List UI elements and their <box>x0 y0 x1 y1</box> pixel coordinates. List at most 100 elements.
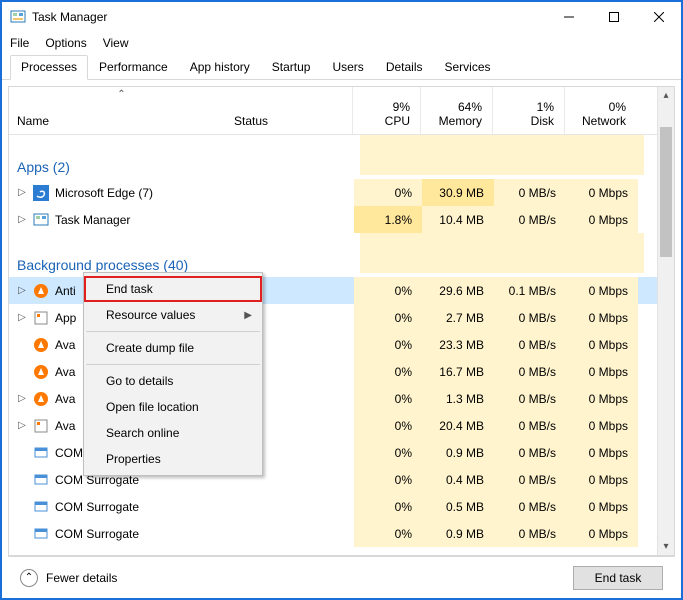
metric-cell: 0 MB/s <box>494 412 566 439</box>
metric-cell: 0 MB/s <box>494 385 566 412</box>
expand-icon[interactable]: ▷ <box>15 214 29 225</box>
process-icon <box>33 283 49 299</box>
metric-cell: 0 Mbps <box>566 520 638 547</box>
submenu-arrow-icon: ▶ <box>244 310 252 321</box>
process-name: COM Surrogate <box>53 500 236 514</box>
context-separator <box>86 364 260 365</box>
header-network[interactable]: 0% Network <box>564 87 636 134</box>
tabbar: Processes Performance App history Startu… <box>2 54 681 80</box>
metric-cell: 10.4 MB <box>422 206 494 233</box>
context-item[interactable]: Resource values▶ <box>84 302 262 328</box>
context-item[interactable]: Properties <box>84 446 262 472</box>
metric-cell: 0 Mbps <box>566 304 638 331</box>
context-item[interactable]: Search online <box>84 420 262 446</box>
tab-performance[interactable]: Performance <box>88 55 179 80</box>
metric-cell: 0.9 MB <box>422 520 494 547</box>
metric-cell: 0% <box>354 520 422 547</box>
metric-cell: 0 MB/s <box>494 304 566 331</box>
metric-cell: 30.9 MB <box>422 179 494 206</box>
tab-app-history[interactable]: App history <box>179 55 261 80</box>
metric-cell: 1.3 MB <box>422 385 494 412</box>
expand-icon[interactable]: ▷ <box>15 420 29 431</box>
scroll-thumb[interactable] <box>660 127 672 257</box>
metric-cell: 0 MB/s <box>494 439 566 466</box>
process-row[interactable]: COM Surrogate0%0.5 MB0 MB/s0 Mbps <box>9 493 657 520</box>
expand-icon[interactable]: ▷ <box>15 285 29 296</box>
header-name-label: Name <box>17 114 49 128</box>
metric-cell: 0 Mbps <box>566 179 638 206</box>
context-item[interactable]: Go to details <box>84 368 262 394</box>
metric-cell: 29.6 MB <box>422 277 494 304</box>
menu-view[interactable]: View <box>103 36 129 50</box>
metric-cell: 0% <box>354 493 422 520</box>
metric-cell: 0 MB/s <box>494 520 566 547</box>
scroll-down-button[interactable]: ▾ <box>658 538 674 555</box>
header-disk[interactable]: 1% Disk <box>492 87 564 134</box>
minimize-button[interactable] <box>546 2 591 32</box>
section-title: Background processes (40) <box>17 257 360 273</box>
metric-cell: 0 Mbps <box>566 331 638 358</box>
metric-cell: 0.5 MB <box>422 493 494 520</box>
header-network-label: Network <box>582 114 626 128</box>
metric-cell: 0.1 MB/s <box>494 277 566 304</box>
metric-cell: 0 MB/s <box>494 358 566 385</box>
end-task-button[interactable]: End task <box>573 566 663 590</box>
metric-cell: 0% <box>354 412 422 439</box>
sort-caret-icon: ⌃ <box>117 89 125 100</box>
process-icon <box>33 418 49 434</box>
process-row[interactable]: ▷Microsoft Edge (7)0%30.9 MB0 MB/s0 Mbps <box>9 179 657 206</box>
context-item[interactable]: End task <box>84 276 262 302</box>
tab-users[interactable]: Users <box>321 55 374 80</box>
fewer-details-toggle[interactable]: ⌃ Fewer details <box>20 569 117 587</box>
process-icon <box>33 185 49 201</box>
metric-cell: 20.4 MB <box>422 412 494 439</box>
scroll-up-button[interactable]: ▴ <box>658 87 674 104</box>
process-icon <box>33 499 49 515</box>
chevron-up-icon: ⌃ <box>20 569 38 587</box>
app-icon <box>10 9 26 25</box>
header-name[interactable]: ⌃ Name <box>9 87 234 134</box>
header-cpu[interactable]: 9% CPU <box>352 87 420 134</box>
metric-cell: 0% <box>354 358 422 385</box>
metric-cell: 0 MB/s <box>494 493 566 520</box>
process-name: Task Manager <box>53 213 236 227</box>
context-item[interactable]: Create dump file <box>84 335 262 361</box>
menu-file[interactable]: File <box>10 36 29 50</box>
section-title: Apps (2) <box>17 159 360 175</box>
tab-details[interactable]: Details <box>375 55 434 80</box>
header-memory[interactable]: 64% Memory <box>420 87 492 134</box>
metric-cell: 2.7 MB <box>422 304 494 331</box>
titlebar[interactable]: Task Manager <box>2 2 681 32</box>
metric-cell: 0 Mbps <box>566 412 638 439</box>
header-status[interactable]: Status <box>234 87 352 134</box>
metric-cell: 0 Mbps <box>566 439 638 466</box>
process-name: Microsoft Edge (7) <box>53 186 236 200</box>
metric-cell: 0% <box>354 277 422 304</box>
header-memory-pct: 64% <box>458 100 482 114</box>
metric-cell: 0% <box>354 331 422 358</box>
maximize-button[interactable] <box>591 2 636 32</box>
metric-cell: 0 MB/s <box>494 331 566 358</box>
expand-icon[interactable]: ▷ <box>15 187 29 198</box>
expand-icon[interactable]: ▷ <box>15 393 29 404</box>
process-icon <box>33 212 49 228</box>
menu-options[interactable]: Options <box>45 36 86 50</box>
header-memory-label: Memory <box>439 114 482 128</box>
context-item[interactable]: Open file location <box>84 394 262 420</box>
metric-cell: 0 MB/s <box>494 179 566 206</box>
tab-startup[interactable]: Startup <box>261 55 322 80</box>
close-button[interactable] <box>636 2 681 32</box>
tab-services[interactable]: Services <box>434 55 502 80</box>
metric-cell: 0% <box>354 439 422 466</box>
expand-icon[interactable]: ▷ <box>15 312 29 323</box>
metric-cell: 0.4 MB <box>422 466 494 493</box>
process-row[interactable]: ▷Task Manager1.8%10.4 MB0 MB/s0 Mbps <box>9 206 657 233</box>
tab-processes[interactable]: Processes <box>10 55 88 80</box>
metric-cell: 0% <box>354 466 422 493</box>
vertical-scrollbar[interactable]: ▴ ▾ <box>657 87 674 555</box>
menubar: File Options View <box>2 32 681 54</box>
metric-cell: 0 Mbps <box>566 206 638 233</box>
process-icon <box>33 526 49 542</box>
process-row[interactable]: COM Surrogate0%0.9 MB0 MB/s0 Mbps <box>9 520 657 547</box>
process-icon <box>33 445 49 461</box>
